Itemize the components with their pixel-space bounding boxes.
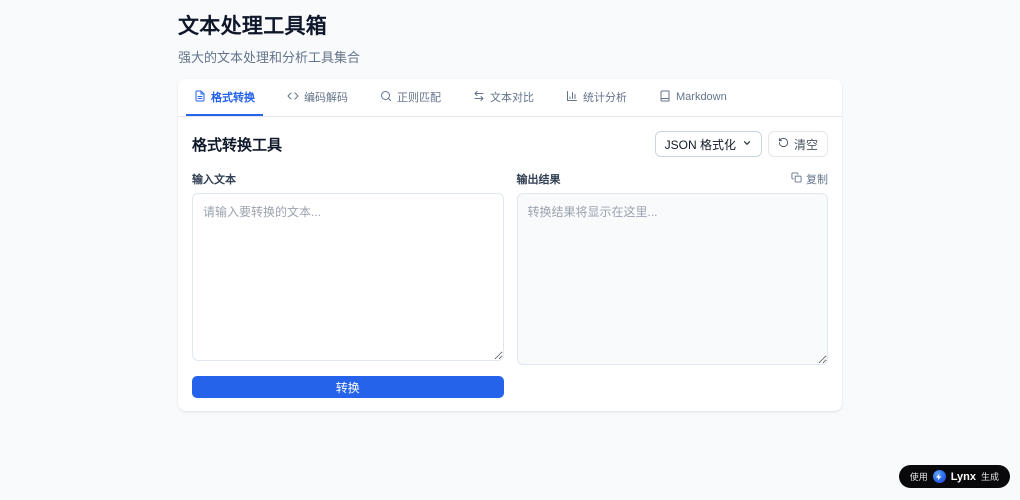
input-column: 输入文本 转换 bbox=[192, 172, 504, 398]
tab-format-convert[interactable]: 格式转换 bbox=[186, 79, 263, 116]
page-title: 文本处理工具箱 bbox=[178, 15, 328, 38]
book-icon bbox=[659, 90, 671, 105]
badge-suffix: 生成 bbox=[980, 472, 999, 482]
file-text-icon bbox=[194, 90, 206, 105]
input-textarea[interactable] bbox=[192, 193, 504, 361]
clear-button-label: 清空 bbox=[793, 137, 818, 152]
convert-button[interactable]: 转换 bbox=[192, 376, 504, 398]
badge-prefix: 使用 bbox=[909, 472, 928, 482]
tab-encode-decode[interactable]: 编码解码 bbox=[279, 79, 356, 116]
badge-brand: Lynx bbox=[950, 470, 976, 483]
panel-controls: JSON 格式化 清空 bbox=[654, 131, 828, 157]
bar-chart-icon bbox=[566, 90, 578, 105]
page-subtitle: 强大的文本处理和分析工具集合 bbox=[178, 50, 361, 65]
panel-body: 格式转换工具 JSON 格式化 清空 输入文本 请输入要转换的文本... 转换 … bbox=[178, 117, 842, 411]
toolbox-card: 格式转换 编码解码 正则匹配 文本对比 统计分析 Markdown 格式转换工具… bbox=[178, 79, 842, 411]
output-label: 输出结果 bbox=[516, 174, 561, 186]
tab-label: 格式转换 bbox=[211, 92, 255, 104]
format-mode-select[interactable]: JSON 格式化 bbox=[654, 131, 762, 157]
clear-button[interactable]: 清空 bbox=[767, 131, 828, 157]
chevron-down-icon bbox=[742, 137, 752, 151]
search-icon bbox=[380, 90, 392, 105]
output-label-row: 输出结果 复制 bbox=[516, 171, 828, 187]
content-wrapper: 文本处理工具箱 强大的文本处理和分析工具集合 格式转换 编码解码 正则匹配 文本… bbox=[178, 0, 842, 411]
format-mode-value: JSON 格式化 bbox=[664, 137, 736, 152]
copy-button[interactable]: 复制 bbox=[791, 171, 828, 187]
tab-label: 编码解码 bbox=[304, 92, 348, 104]
input-label: 输入文本 bbox=[192, 174, 236, 186]
tab-text-compare[interactable]: 文本对比 bbox=[465, 79, 542, 116]
tab-label: 统计分析 bbox=[583, 92, 627, 104]
tab-label: 正则匹配 bbox=[397, 92, 441, 104]
copy-button-label: 复制 bbox=[806, 174, 828, 186]
output-textarea[interactable] bbox=[516, 193, 828, 365]
tab-statistics[interactable]: 统计分析 bbox=[558, 79, 635, 116]
lynx-logo-icon bbox=[932, 470, 946, 483]
rotate-ccw-icon bbox=[778, 137, 789, 151]
panel-title: 格式转换工具 bbox=[192, 136, 283, 154]
tab-bar: 格式转换 编码解码 正则匹配 文本对比 统计分析 Markdown bbox=[178, 79, 842, 117]
copy-icon bbox=[791, 172, 802, 186]
input-label-row: 输入文本 bbox=[192, 172, 504, 186]
tab-label: Markdown bbox=[676, 91, 727, 103]
code-icon bbox=[287, 90, 299, 105]
panel-header: 格式转换工具 JSON 格式化 清空 bbox=[192, 131, 828, 157]
tab-label: 文本对比 bbox=[490, 92, 534, 104]
tab-regex-match[interactable]: 正则匹配 bbox=[372, 79, 449, 116]
made-with-lynx-badge[interactable]: 使用 Lynx 生成 bbox=[898, 465, 1010, 488]
tab-markdown[interactable]: Markdown bbox=[651, 79, 735, 116]
output-column: 输出结果 复制 bbox=[516, 171, 828, 398]
swap-icon bbox=[473, 90, 485, 105]
io-columns: 输入文本 转换 输出结果 复制 bbox=[192, 172, 828, 398]
